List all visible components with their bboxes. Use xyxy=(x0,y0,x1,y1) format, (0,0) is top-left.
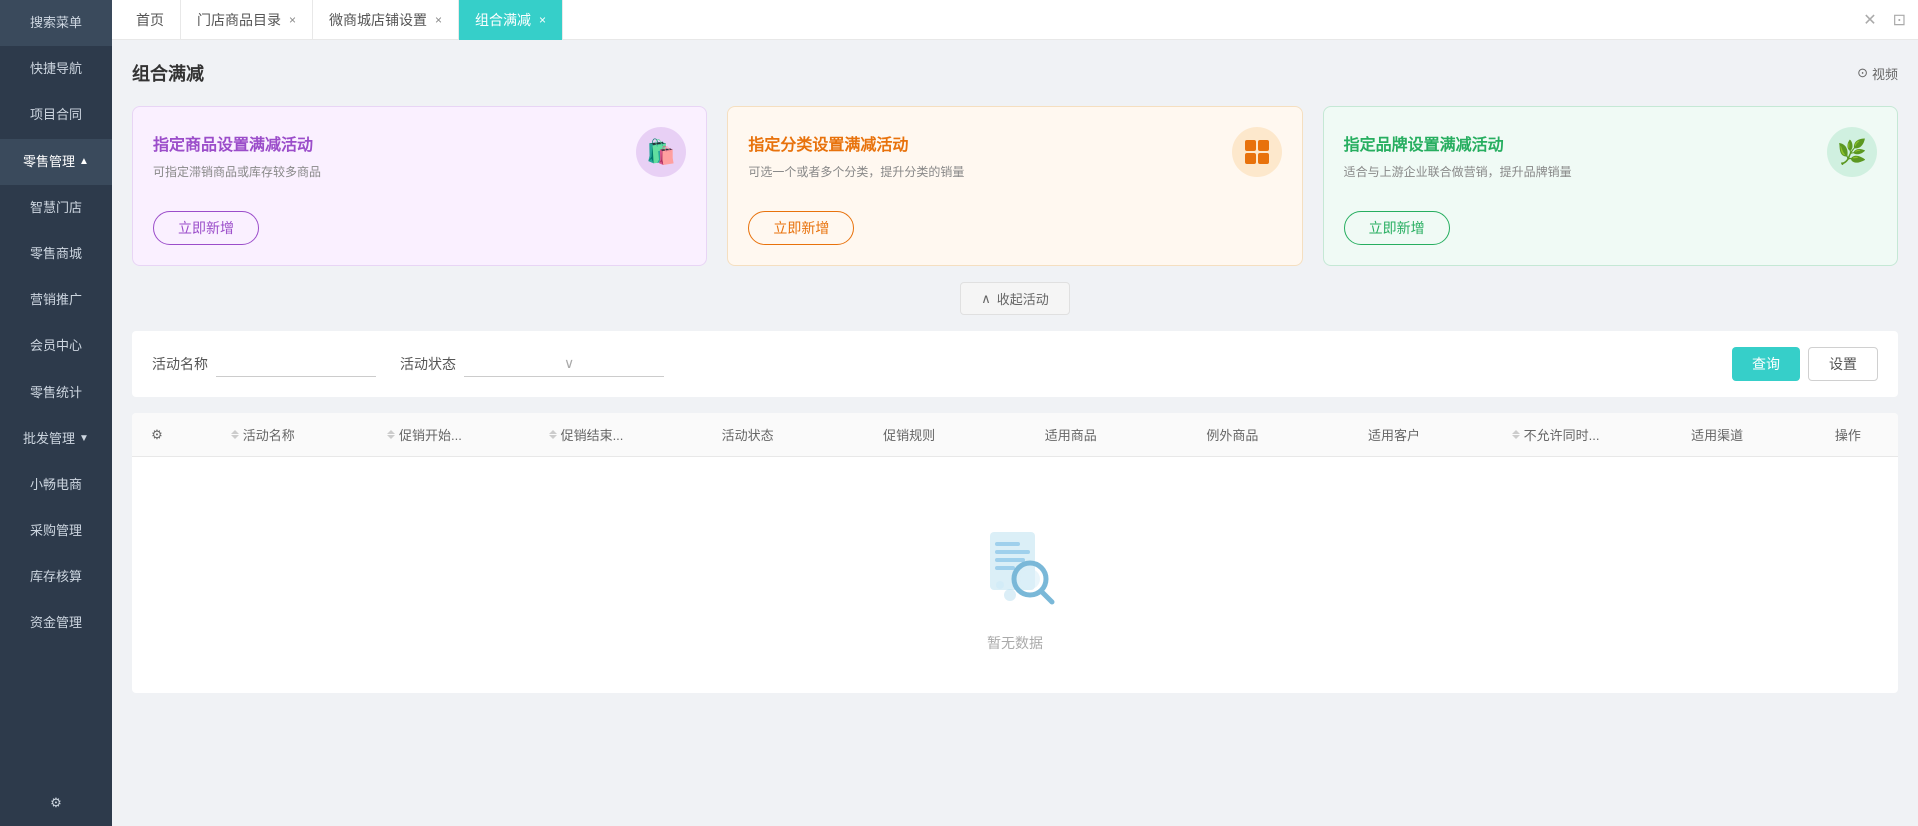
activity-status-select[interactable]: ∨ xyxy=(464,351,664,377)
th-settings[interactable]: ⚙ xyxy=(132,427,182,443)
sidebar-item-purchase-mgmt[interactable]: 采购管理 xyxy=(0,508,112,554)
tab-weimall-settings[interactable]: 微商城店铺设置 × xyxy=(313,0,459,40)
chevron-up-icon: ▲ xyxy=(79,155,89,169)
video-button[interactable]: ⊙ 视频 xyxy=(1857,64,1898,83)
activity-name-input[interactable] xyxy=(216,352,376,377)
sidebar-item-project-contract[interactable]: 项目合同 xyxy=(0,92,112,138)
tab-home[interactable]: 首页 xyxy=(120,0,181,40)
sidebar-item-member-center[interactable]: 会员中心 xyxy=(0,323,112,369)
add-category-activity-button[interactable]: 立即新增 xyxy=(748,211,854,245)
th-applicable-goods: 适用商品 xyxy=(990,425,1152,444)
card-desc-category: 可选一个或者多个分类，提升分类的销量 xyxy=(748,163,1281,182)
th-applicable-customer: 适用客户 xyxy=(1313,425,1475,444)
table-header: ⚙ 活动名称 促销开始... xyxy=(132,413,1898,457)
add-product-activity-button[interactable]: 立即新增 xyxy=(153,211,259,245)
card-title-brand: 指定品牌设置满减活动 xyxy=(1344,131,1877,155)
play-icon: ⊙ xyxy=(1857,65,1868,81)
card-title-category: 指定分类设置满减活动 xyxy=(748,131,1281,155)
th-promo-rules: 促销规则 xyxy=(828,425,990,444)
sidebar-item-retail-stats[interactable]: 零售统计 xyxy=(0,370,112,416)
activity-card-by-product: 🛍️ 指定商品设置满减活动 可指定滞销商品或库存较多商品 立即新增 xyxy=(132,106,707,266)
page-header: 组合满减 ⊙ 视频 xyxy=(132,60,1898,86)
sidebar: 搜索菜单 快捷导航 项目合同 零售管理 ▲ 智慧门店 零售商城 营销推广 会员中… xyxy=(0,0,112,826)
activity-cards: 🛍️ 指定商品设置满减活动 可指定滞销商品或库存较多商品 立即新增 指定分类设置… xyxy=(132,106,1898,266)
card-title-product: 指定商品设置满减活动 xyxy=(153,131,686,155)
card-icon-category xyxy=(1232,127,1282,177)
tab-store-catalog[interactable]: 门店商品目录 × xyxy=(181,0,313,40)
card-icon-product: 🛍️ xyxy=(636,127,686,177)
sidebar-item-quick-nav[interactable]: 快捷导航 xyxy=(0,46,112,92)
chevron-down-icon: ∨ xyxy=(564,355,656,372)
th-exception-goods: 例外商品 xyxy=(1152,425,1314,444)
sidebar-item-funds-mgmt[interactable]: 资金管理 xyxy=(0,600,112,646)
settings-icon: ⚙ xyxy=(151,427,163,443)
collapse-activity-button[interactable]: ∧ 收起活动 xyxy=(960,282,1070,315)
sidebar-item-marketing[interactable]: 营销推广 xyxy=(0,277,112,323)
sidebar-item-settings[interactable]: ⚙ xyxy=(0,780,112,826)
page-title: 组合满减 xyxy=(132,60,204,86)
query-button[interactable]: 查询 xyxy=(1732,347,1800,381)
filter-activity-status: 活动状态 ∨ xyxy=(400,351,664,377)
filter-activity-name: 活动名称 xyxy=(152,352,376,377)
sort-promo-end[interactable] xyxy=(549,430,557,439)
sidebar-item-retail-mgmt[interactable]: 零售管理 ▲ xyxy=(0,139,112,185)
activity-card-by-brand: 🌿 指定品牌设置满减活动 适合与上游企业联合做营销，提升品牌销量 立即新增 xyxy=(1323,106,1898,266)
close-icon[interactable]: × xyxy=(435,13,442,27)
empty-illustration xyxy=(965,517,1065,617)
chevron-up-icon: ∧ xyxy=(981,291,991,307)
add-brand-activity-button[interactable]: 立即新增 xyxy=(1344,211,1450,245)
close-icon[interactable]: × xyxy=(289,13,296,27)
card-icon-brand: 🌿 xyxy=(1827,127,1877,177)
sidebar-item-smart-store[interactable]: 智慧门店 xyxy=(0,185,112,231)
th-operations: 操作 xyxy=(1798,425,1898,444)
tabs-bar: 首页 门店商品目录 × 微商城店铺设置 × 组合满减 × ✕ ⊡ xyxy=(112,0,1918,40)
filter-buttons: 查询 设置 xyxy=(1732,347,1878,381)
filter-activity-name-label: 活动名称 xyxy=(152,354,208,374)
empty-text: 暂无数据 xyxy=(987,633,1043,653)
activity-card-by-category: 指定分类设置满减活动 可选一个或者多个分类，提升分类的销量 立即新增 xyxy=(727,106,1302,266)
setting-button[interactable]: 设置 xyxy=(1808,347,1878,381)
filter-bar: 活动名称 活动状态 ∨ 查询 设置 xyxy=(132,331,1898,397)
sidebar-item-search-menu[interactable]: 搜索菜单 xyxy=(0,0,112,46)
maximize-window-button[interactable]: ⊡ xyxy=(1889,6,1910,34)
th-activity-status: 活动状态 xyxy=(667,425,829,444)
sort-activity-name[interactable] xyxy=(231,430,239,439)
tab-combo-discount[interactable]: 组合满减 × xyxy=(459,0,563,40)
sort-no-allow-same[interactable] xyxy=(1512,430,1520,439)
th-activity-name: 活动名称 xyxy=(182,425,344,444)
card-desc-brand: 适合与上游企业联合做营销，提升品牌销量 xyxy=(1344,163,1877,182)
sidebar-item-inventory-check[interactable]: 库存核算 xyxy=(0,554,112,600)
filter-activity-status-label: 活动状态 xyxy=(400,354,456,374)
sort-promo-start[interactable] xyxy=(387,430,395,439)
th-promo-start: 促销开始... xyxy=(344,425,506,444)
th-applicable-channel: 适用渠道 xyxy=(1636,425,1798,444)
card-desc-product: 可指定滞销商品或库存较多商品 xyxy=(153,163,686,182)
close-icon[interactable]: × xyxy=(539,13,546,27)
collapse-bar: ∧ 收起活动 xyxy=(132,282,1898,315)
sidebar-item-wholesale-mgmt[interactable]: 批发管理 ▼ xyxy=(0,416,112,462)
th-no-allow-same: 不允许同时... xyxy=(1475,425,1637,444)
window-controls: ✕ ⊡ xyxy=(1859,6,1910,34)
empty-state: 暂无数据 xyxy=(132,457,1898,693)
sidebar-item-xiaochangec[interactable]: 小畅电商 xyxy=(0,462,112,508)
close-window-button[interactable]: ✕ xyxy=(1859,6,1880,34)
sidebar-item-retail-mall[interactable]: 零售商城 xyxy=(0,231,112,277)
th-promo-end: 促销结束... xyxy=(505,425,667,444)
page-content: 组合满减 ⊙ 视频 🛍️ 指定商品设置满减活动 可指定滞销商品或库存较多商品 立… xyxy=(112,40,1918,826)
chevron-down-icon: ▼ xyxy=(79,432,89,446)
main-area: 首页 门店商品目录 × 微商城店铺设置 × 组合满减 × ✕ ⊡ 组合满减 ⊙ … xyxy=(112,0,1918,826)
data-table: ⚙ 活动名称 促销开始... xyxy=(132,413,1898,693)
gear-icon: ⚙ xyxy=(50,795,62,810)
